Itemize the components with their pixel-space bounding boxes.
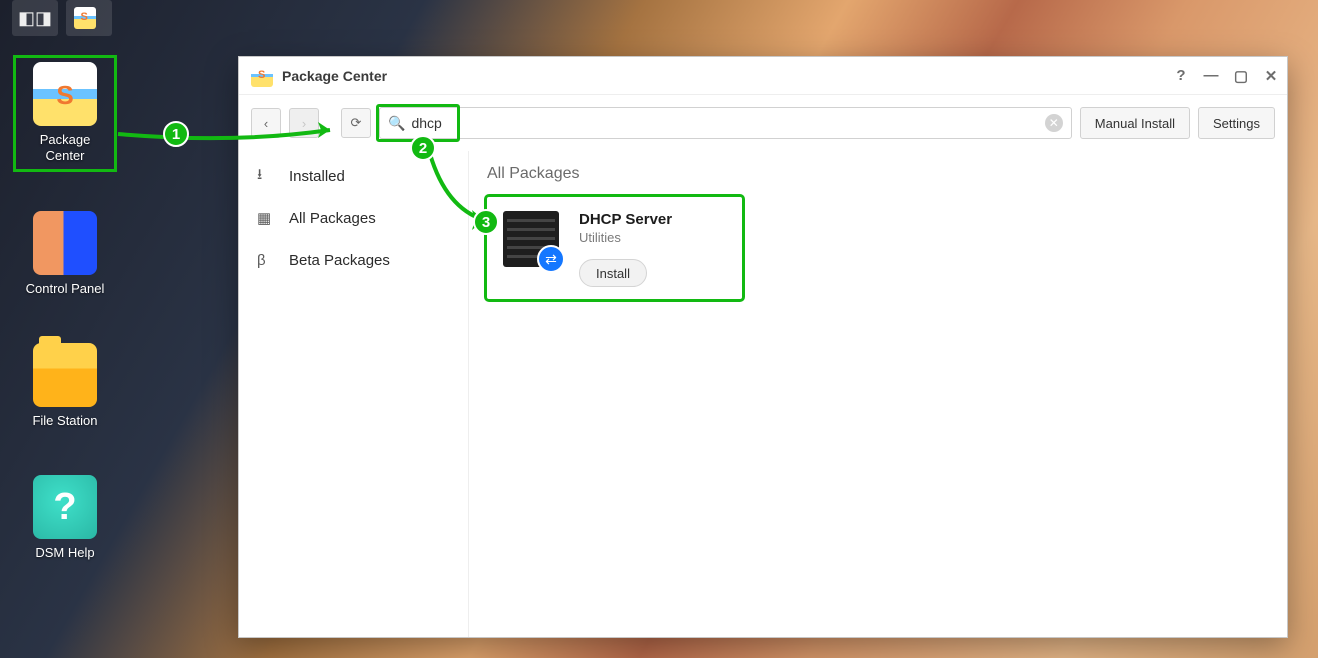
refresh-button[interactable]: ⟳ <box>341 108 371 138</box>
package-center-window: Package Center ? — ▢ ✕ ‹ › ⟳ 🔍 ✕ Manual … <box>238 56 1288 638</box>
desktop-icon-control-panel[interactable]: Control Panel <box>20 211 110 297</box>
nav-forward-button[interactable]: › <box>289 108 319 138</box>
help-icon: ? <box>33 475 97 539</box>
desktop-icon-label: File Station <box>20 413 110 429</box>
settings-button[interactable]: Settings <box>1198 107 1275 139</box>
sidebar-item-label: Beta Packages <box>289 252 390 269</box>
download-icon: ⭳ <box>257 164 275 189</box>
package-card-dhcp-server[interactable]: ⇄ DHCP Server Utilities Install <box>487 197 742 299</box>
manual-install-button[interactable]: Manual Install <box>1080 107 1190 139</box>
annotation-badge-1: 1 <box>163 121 189 147</box>
sidebar-item-label: All Packages <box>289 210 376 227</box>
dhcp-server-icon: ⇄ <box>503 211 559 267</box>
nav-back-button[interactable]: ‹ <box>251 108 281 138</box>
sidebar-item-beta-packages[interactable]: β Beta Packages <box>239 239 468 281</box>
desktop-icon-file-station[interactable]: File Station <box>20 343 110 429</box>
search-input[interactable] <box>411 108 1038 138</box>
grid-icon: ▦ <box>257 209 275 227</box>
refresh-icon: ⟳ <box>351 115 362 131</box>
folder-icon <box>33 343 97 407</box>
help-button[interactable]: ? <box>1173 67 1189 85</box>
chevron-right-icon: › <box>302 116 306 131</box>
close-button[interactable]: ✕ <box>1263 67 1279 85</box>
taskbar-apps-button[interactable]: ◧◨ <box>12 0 58 36</box>
minimize-button[interactable]: — <box>1203 67 1219 85</box>
search-field-wrap: 🔍 ✕ <box>379 107 1072 139</box>
main-content: All Packages ⇄ DHCP Server Utilities Ins… <box>469 151 1287 637</box>
clear-search-button[interactable]: ✕ <box>1045 114 1063 132</box>
package-center-icon <box>74 7 96 29</box>
desktop-icon-label: Control Panel <box>20 281 110 297</box>
desktop-icon-dsm-help[interactable]: ? DSM Help <box>20 475 110 561</box>
network-icon: ⇄ <box>537 245 565 273</box>
desktop-icon-package-center[interactable]: Package Center <box>20 62 110 165</box>
package-center-icon <box>251 65 273 87</box>
sidebar-item-all-packages[interactable]: ▦ All Packages <box>239 197 468 239</box>
toolbar: ‹ › ⟳ 🔍 ✕ Manual Install Settings <box>239 95 1287 151</box>
window-title: Package Center <box>282 68 1173 84</box>
search-icon: 🔍 <box>388 115 405 132</box>
sidebar-item-label: Installed <box>289 168 345 185</box>
chevron-left-icon: ‹ <box>264 116 268 131</box>
maximize-button[interactable]: ▢ <box>1233 67 1249 85</box>
sidebar: ⭳ Installed ▦ All Packages β Beta Packag… <box>239 151 469 637</box>
grid-icon: ◧◨ <box>18 8 52 29</box>
control-panel-icon <box>33 211 97 275</box>
section-title: All Packages <box>487 165 1269 183</box>
desktop-icon-label: Package Center <box>20 132 110 165</box>
package-category: Utilities <box>579 230 726 245</box>
sidebar-item-installed[interactable]: ⭳ Installed <box>239 155 468 197</box>
taskbar-package-center-button[interactable] <box>66 0 112 36</box>
desktop-icon-label: DSM Help <box>20 545 110 561</box>
package-center-icon <box>33 62 97 126</box>
titlebar: Package Center ? — ▢ ✕ <box>239 57 1287 95</box>
install-button[interactable]: Install <box>579 259 647 287</box>
package-name: DHCP Server <box>579 211 726 228</box>
beta-icon: β <box>257 252 275 269</box>
